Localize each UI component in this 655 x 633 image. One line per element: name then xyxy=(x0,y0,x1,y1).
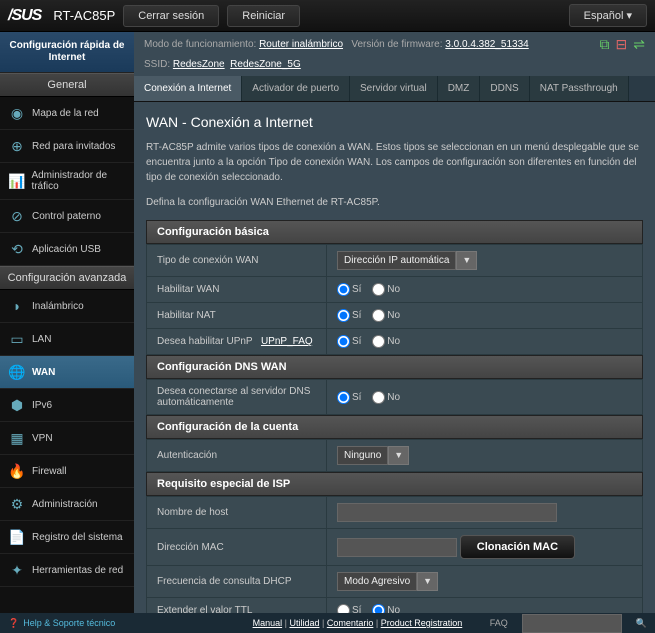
sidebar-item[interactable]: 📊Administrador de tráfico xyxy=(0,163,134,200)
sidebar-item[interactable]: ◉Mapa de la red xyxy=(0,97,134,130)
sidebar-icon: 📄 xyxy=(8,528,26,546)
sidebar-item[interactable]: ⊘Control paterno xyxy=(0,200,134,233)
sidebar-item[interactable]: ⊕Red para invitados xyxy=(0,130,134,163)
ssid-2[interactable]: RedesZone_5G xyxy=(230,59,301,70)
sidebar-icon: ◉ xyxy=(8,104,26,122)
sidebar-icon: ⚙ xyxy=(8,495,26,513)
wan-type-select[interactable]: Dirección IP automática▼ xyxy=(337,251,477,270)
sidebar-item[interactable]: ⚙Administración xyxy=(0,488,134,521)
ssid-1[interactable]: RedesZone xyxy=(173,59,225,70)
faq-label: FAQ xyxy=(490,618,508,628)
tab[interactable]: DMZ xyxy=(438,76,481,101)
section-isp: Requisito especial de ISP xyxy=(146,472,643,496)
mac-clone-button[interactable]: Clonación MAC xyxy=(460,535,575,559)
sidebar-item[interactable]: ⟲Aplicación USB xyxy=(0,233,134,266)
page-title: WAN - Conexión a Internet xyxy=(146,114,643,130)
page-desc-2: Defina la configuración WAN Ethernet de … xyxy=(146,195,643,210)
sidebar-item[interactable]: ◗Inalámbrico xyxy=(0,290,134,323)
enable-nat-radio[interactable]: Sí No xyxy=(327,303,643,329)
mode-link[interactable]: Router inalámbrico xyxy=(259,39,343,50)
help-link[interactable]: ❓ Help & Soporte técnico xyxy=(8,618,115,629)
tab[interactable]: Servidor virtual xyxy=(350,76,438,101)
extend-ttl-radio[interactable]: Sí No xyxy=(327,598,643,614)
language-select[interactable]: Español ▾ xyxy=(569,4,647,27)
sidebar-icon: ⬢ xyxy=(8,396,26,414)
sidebar-icon: 🌐 xyxy=(8,363,26,381)
sidebar-item[interactable]: 🔥Firewall xyxy=(0,455,134,488)
dhcp-freq-select[interactable]: Modo Agresivo▼ xyxy=(337,572,438,591)
hostname-input[interactable] xyxy=(337,503,557,522)
footer-link[interactable]: Utilidad xyxy=(289,618,319,628)
topbar: /SUS RT-AC85P Cerrar sesión Reiniciar Es… xyxy=(0,0,655,32)
usb-icon[interactable]: ⇌ xyxy=(633,36,645,53)
dns-auto-radio[interactable]: Sí No xyxy=(327,380,643,415)
sidebar-item[interactable]: 🌐WAN xyxy=(0,356,134,389)
quick-setup-button[interactable]: Configuración rápida de Internet xyxy=(0,32,134,73)
sidebar-icon: ◗ xyxy=(8,297,26,315)
main-content: Modo de funcionamiento: Router inalámbri… xyxy=(134,32,655,613)
tab[interactable]: DDNS xyxy=(480,76,529,101)
sidebar-icon: ⊘ xyxy=(8,207,26,225)
sidebar-item[interactable]: ⬢IPv6 xyxy=(0,389,134,422)
section-basic: Configuración básica xyxy=(146,220,643,244)
sidebar-icon: 🔥 xyxy=(8,462,26,480)
logout-button[interactable]: Cerrar sesión xyxy=(123,5,219,27)
sidebar-item[interactable]: ▦VPN xyxy=(0,422,134,455)
sidebar-icon: ▦ xyxy=(8,429,26,447)
tab[interactable]: Conexión a Internet xyxy=(134,76,242,101)
model-name: RT-AC85P xyxy=(53,8,115,23)
section-dns: Configuración DNS WAN xyxy=(146,355,643,379)
firmware-link[interactable]: 3.0.0.4.382_51334 xyxy=(445,39,528,50)
sidebar-section-general: General xyxy=(0,73,134,97)
sidebar-icon: ▭ xyxy=(8,330,26,348)
sidebar-icon: ⟲ xyxy=(8,240,26,258)
sidebar-item[interactable]: ▭LAN xyxy=(0,323,134,356)
footer: ❓ Help & Soporte técnico Manual | Utilid… xyxy=(0,613,655,633)
search-icon[interactable]: 🔍 xyxy=(636,618,647,629)
sidebar-icon: 📊 xyxy=(8,172,25,190)
sidebar-icon: ⊕ xyxy=(8,137,26,155)
footer-link[interactable]: Comentario xyxy=(327,618,374,628)
section-account: Configuración de la cuenta xyxy=(146,415,643,439)
reboot-button[interactable]: Reiniciar xyxy=(227,5,300,27)
status-icon-1[interactable]: ⧉ xyxy=(600,36,610,53)
tabs: Conexión a InternetActivador de puertoSe… xyxy=(134,76,655,102)
sidebar-item[interactable]: ✦Herramientas de red xyxy=(0,554,134,587)
sidebar-item[interactable]: 📄Registro del sistema xyxy=(0,521,134,554)
enable-upnp-radio[interactable]: Sí No xyxy=(327,329,643,355)
page-desc-1: RT-AC85P admite varios tipos de conexión… xyxy=(146,140,643,185)
enable-wan-radio[interactable]: Sí No xyxy=(327,277,643,303)
auth-select[interactable]: Ninguno▼ xyxy=(337,446,409,465)
mac-input[interactable] xyxy=(337,538,457,557)
status-icon-2[interactable]: ⊟ xyxy=(616,36,628,53)
brand-logo: /SUS xyxy=(8,7,41,25)
sidebar-section-advanced: Configuración avanzada xyxy=(0,266,134,290)
faq-search[interactable] xyxy=(522,614,622,633)
footer-link[interactable]: Product Registration xyxy=(381,618,463,628)
upnp-faq-link[interactable]: UPnP_FAQ xyxy=(261,336,313,347)
sidebar: Configuración rápida de Internet General… xyxy=(0,32,134,613)
sidebar-icon: ✦ xyxy=(8,561,26,579)
tab[interactable]: Activador de puerto xyxy=(242,76,350,101)
footer-link[interactable]: Manual xyxy=(253,618,283,628)
tab[interactable]: NAT Passthrough xyxy=(530,76,629,101)
